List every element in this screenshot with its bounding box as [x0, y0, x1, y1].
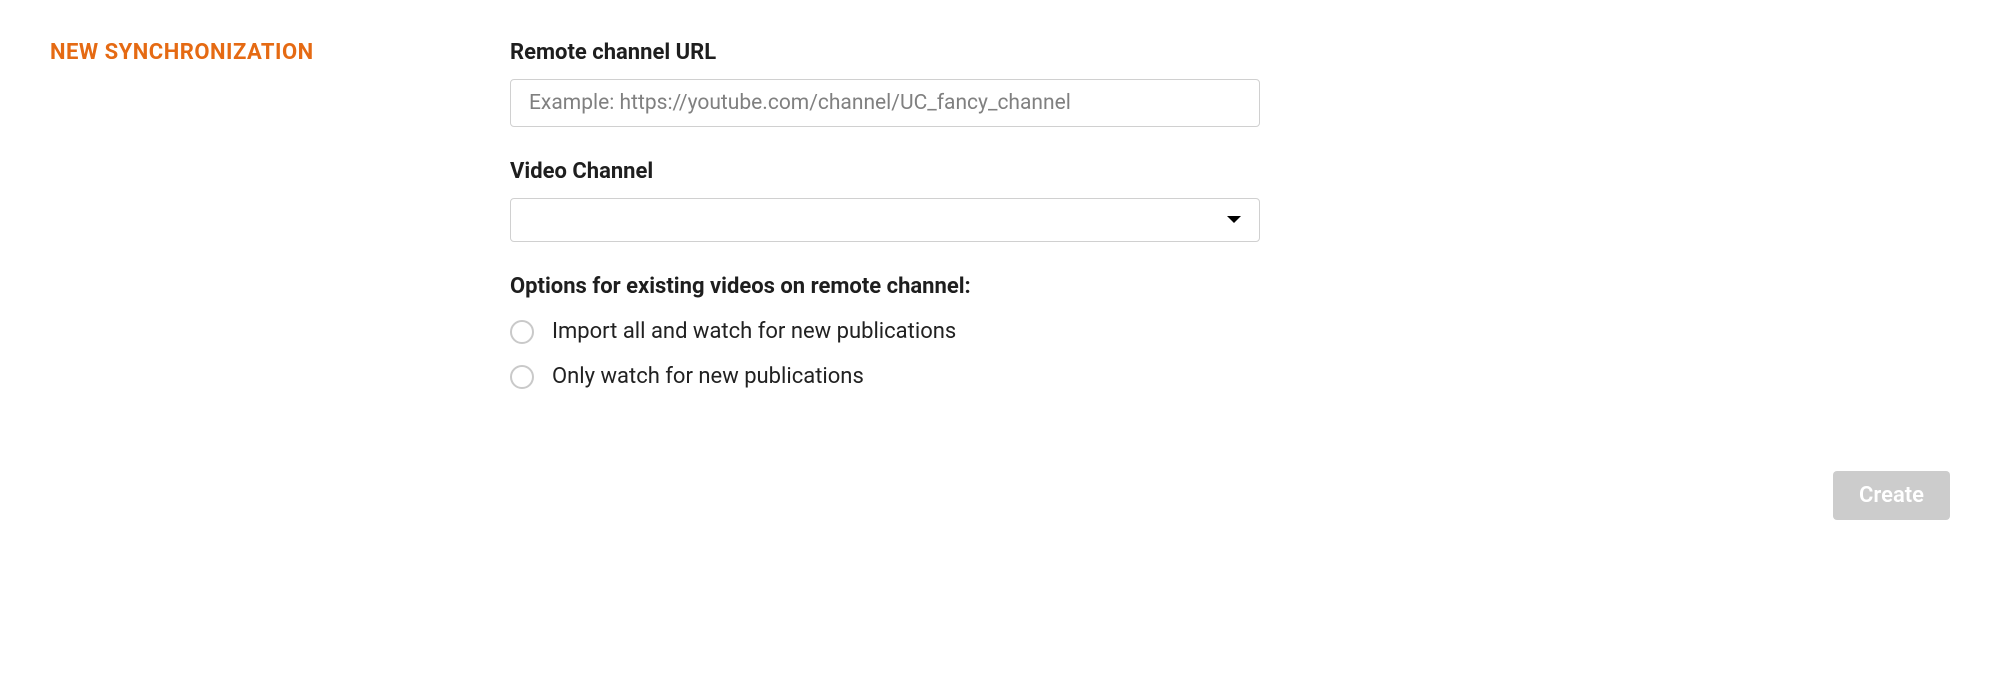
form-column: Remote channel URL Video Channel Options… — [510, 40, 1570, 421]
option-watch-only-label: Only watch for new publications — [552, 364, 864, 389]
option-import-all-label: Import all and watch for new publication… — [552, 319, 956, 344]
remote-url-group: Remote channel URL — [510, 40, 1550, 127]
video-channel-select-wrap — [510, 198, 1260, 242]
option-import-all[interactable]: Import all and watch for new publication… — [510, 319, 1550, 344]
options-label: Options for existing videos on remote ch… — [510, 274, 1550, 299]
option-watch-only[interactable]: Only watch for new publications — [510, 364, 1550, 389]
options-radio-group: Import all and watch for new publication… — [510, 319, 1550, 389]
video-channel-select[interactable] — [510, 198, 1260, 242]
video-channel-group: Video Channel — [510, 159, 1550, 242]
form-footer: Create — [50, 471, 1960, 520]
options-group: Options for existing videos on remote ch… — [510, 274, 1550, 389]
radio-icon — [510, 320, 534, 344]
section-heading-column: NEW SYNCHRONIZATION — [50, 40, 510, 421]
new-sync-form: NEW SYNCHRONIZATION Remote channel URL V… — [50, 40, 1960, 421]
remote-url-label: Remote channel URL — [510, 40, 1550, 65]
video-channel-label: Video Channel — [510, 159, 1550, 184]
remote-url-input[interactable] — [510, 79, 1260, 127]
create-button[interactable]: Create — [1833, 471, 1950, 520]
section-title: NEW SYNCHRONIZATION — [50, 40, 510, 65]
radio-icon — [510, 365, 534, 389]
